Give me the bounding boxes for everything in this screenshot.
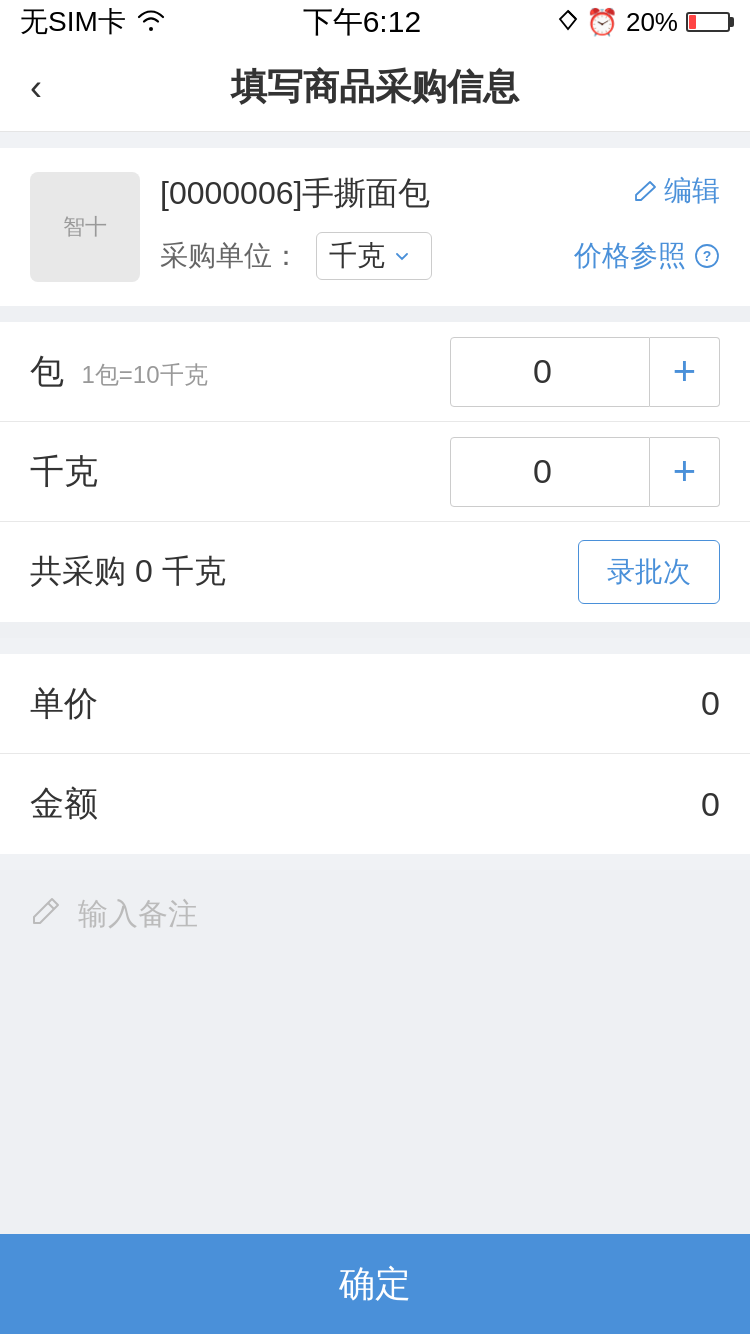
record-batch-button[interactable]: 录批次 <box>578 540 720 604</box>
summary-text: 共采购 0 千克 <box>30 550 226 594</box>
unit-price-value: 0 <box>701 684 720 723</box>
unit-select[interactable]: 千克 <box>316 232 432 280</box>
amount-row: 金额 0 <box>0 754 750 854</box>
bag-label: 包 1包=10千克 <box>30 349 450 395</box>
bag-plus-button[interactable]: + <box>650 337 720 407</box>
kg-input-wrap: + <box>450 437 720 507</box>
kg-plus-button[interactable]: + <box>650 437 720 507</box>
bag-sublabel: 1包=10千克 <box>81 361 207 388</box>
amount-value: 0 <box>701 785 720 824</box>
input-section: 包 1包=10千克 + 千克 + <box>0 322 750 522</box>
section-divider-2 <box>0 622 750 638</box>
kg-input[interactable] <box>450 437 650 507</box>
location-icon <box>558 7 578 38</box>
alarm-icon: ⏰ <box>586 7 618 38</box>
page-title: 填写商品采购信息 <box>231 63 519 112</box>
unit-label: 采购单位： <box>160 237 300 275</box>
bag-input-row: 包 1包=10千克 + <box>0 322 750 422</box>
status-right: ⏰ 20% <box>558 7 730 38</box>
status-time: 下午6:12 <box>303 2 421 43</box>
price-ref-button[interactable]: 价格参照 ? <box>574 237 720 275</box>
battery-percent: 20% <box>626 7 678 38</box>
confirm-button[interactable]: 确定 <box>0 1234 750 1334</box>
product-image: 智十 <box>30 172 140 282</box>
product-header: [0000006]手撕面包 编辑 <box>160 172 720 216</box>
product-info: [0000006]手撕面包 编辑 采购单位： 千克 价格参照 ? <box>160 172 720 280</box>
unit-price-row: 单价 0 <box>0 654 750 754</box>
price-section: 单价 0 金额 0 <box>0 654 750 854</box>
summary-row: 共采购 0 千克 录批次 <box>0 522 750 622</box>
total-value: 0 <box>135 553 153 589</box>
back-button[interactable]: ‹ <box>30 67 42 109</box>
kg-input-row: 千克 + <box>0 422 750 522</box>
section-divider-1 <box>0 306 750 322</box>
product-name: [0000006]手撕面包 <box>160 172 430 216</box>
battery-icon <box>686 12 730 32</box>
carrier-text: 无SIM卡 <box>20 3 126 41</box>
kg-label: 千克 <box>30 449 450 495</box>
product-card: 智十 [0000006]手撕面包 编辑 采购单位： 千克 价格参照 <box>0 148 750 306</box>
notes-placeholder: 输入备注 <box>78 894 198 935</box>
product-logo: 智十 <box>63 212 107 242</box>
wifi-icon <box>136 6 166 38</box>
status-left: 无SIM卡 <box>20 3 166 41</box>
bag-input[interactable] <box>450 337 650 407</box>
amount-label: 金额 <box>30 781 98 827</box>
purchase-unit-row: 采购单位： 千克 价格参照 ? <box>160 232 720 280</box>
svg-text:?: ? <box>703 248 712 264</box>
edit-button[interactable]: 编辑 <box>634 172 720 210</box>
status-bar: 无SIM卡 下午6:12 ⏰ 20% <box>0 0 750 44</box>
pencil-icon <box>30 895 62 935</box>
bag-input-wrap: + <box>450 337 720 407</box>
nav-bar: ‹ 填写商品采购信息 <box>0 44 750 132</box>
notes-section[interactable]: 输入备注 <box>0 870 750 959</box>
unit-price-label: 单价 <box>30 681 98 727</box>
